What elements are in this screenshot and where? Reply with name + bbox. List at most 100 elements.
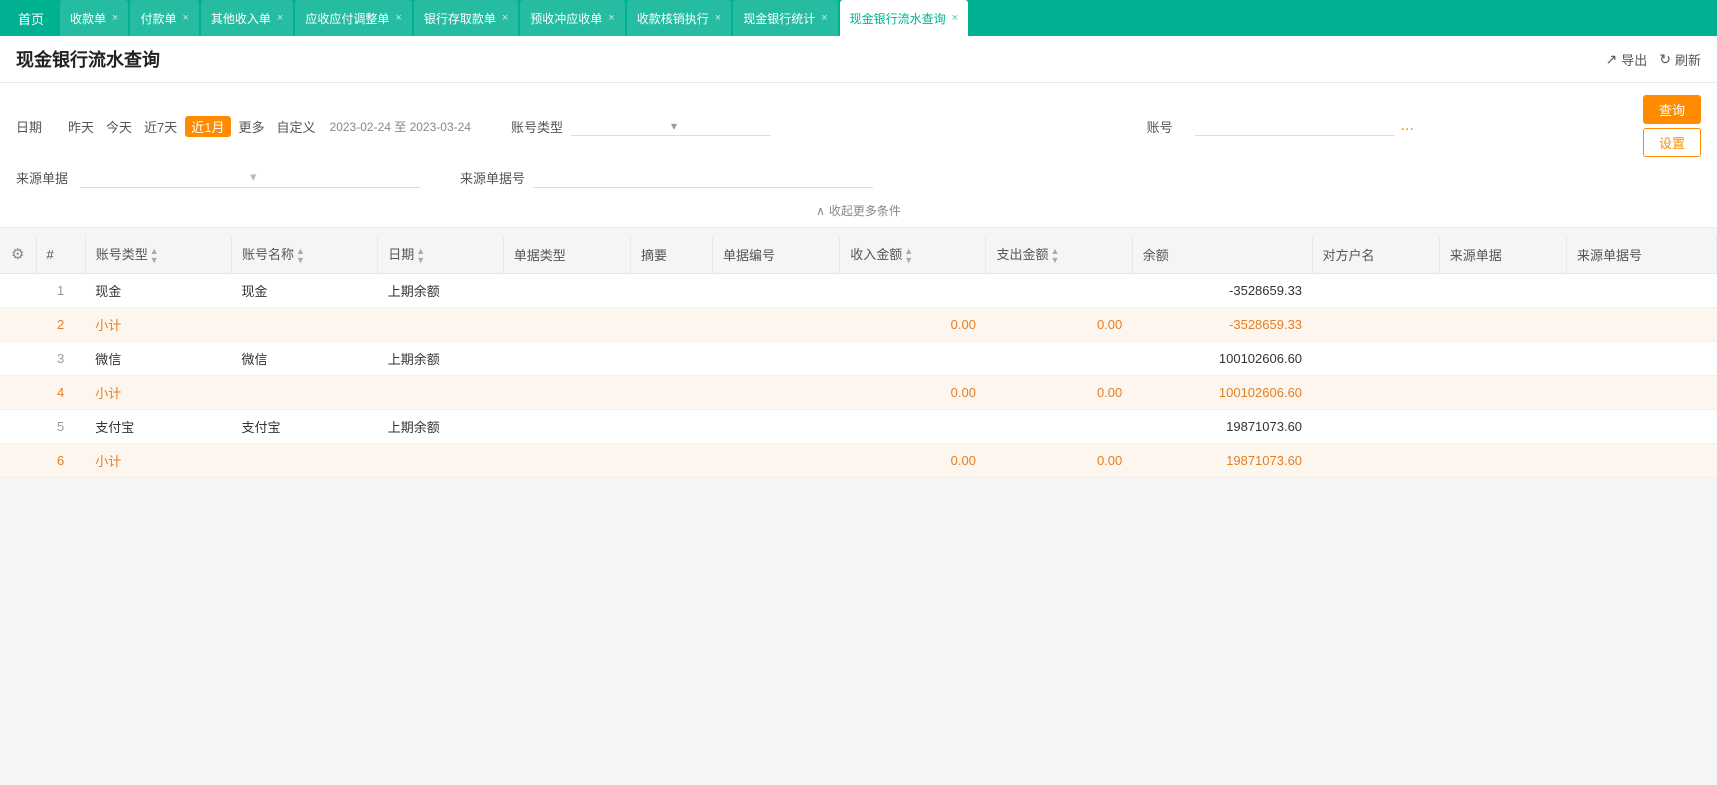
- date-opt-today[interactable]: 今天: [102, 116, 136, 137]
- cell-account-type: 小计: [85, 375, 231, 409]
- cell-settings: [0, 443, 36, 477]
- table-row: 6小计0.000.0019871073.60: [0, 443, 1717, 477]
- col-no: #: [36, 236, 85, 273]
- cell-expense: 0.00: [986, 443, 1132, 477]
- header-actions: ↗ 导出 ↻ 刷新: [1606, 50, 1702, 69]
- cell-source-doc-no: [1567, 307, 1717, 341]
- setting-button[interactable]: 设置: [1643, 128, 1701, 157]
- cell-settings: [0, 409, 36, 443]
- export-button[interactable]: ↗ 导出: [1606, 50, 1648, 69]
- source-doc-no-input[interactable]: [533, 168, 873, 188]
- col-counterpart: 对方户名: [1312, 236, 1439, 273]
- cell-account-name: 微信: [231, 341, 377, 375]
- cell-source-doc-no: [1567, 273, 1717, 307]
- filter-row-source: 来源单据 ▾ 来源单据号: [16, 167, 1701, 188]
- cell-account-type: 微信: [85, 341, 231, 375]
- action-buttons: 查询 设置: [1643, 95, 1701, 157]
- date-opt-1month[interactable]: 近1月: [185, 116, 230, 137]
- col-income[interactable]: 收入金额▲▼: [840, 236, 986, 273]
- tab-adjustment[interactable]: 应收应付调整单 ×: [295, 0, 411, 36]
- cell-doc-no: [712, 273, 839, 307]
- close-cash-bank-stat-icon[interactable]: ×: [821, 12, 827, 24]
- account-dots-button[interactable]: ...: [1401, 117, 1414, 135]
- cell-doc-type: [503, 409, 630, 443]
- cell-doc-type: [503, 273, 630, 307]
- cell-source-doc: [1439, 307, 1566, 341]
- date-range: 2023-02-24 至 2023-03-24: [330, 118, 471, 135]
- cell-account-name: [231, 443, 377, 477]
- tab-receipts[interactable]: 收款单 ×: [60, 0, 128, 36]
- cell-summary: [631, 273, 713, 307]
- export-icon: ↗: [1606, 51, 1618, 68]
- close-verify-icon[interactable]: ×: [715, 12, 721, 24]
- cell-settings: [0, 341, 36, 375]
- col-account-type[interactable]: 账号类型▲▼: [85, 236, 231, 273]
- date-opt-more[interactable]: 更多: [235, 116, 269, 137]
- col-date[interactable]: 日期▲▼: [378, 236, 504, 273]
- col-summary: 摘要: [631, 236, 713, 273]
- collapse-label: 收起更多条件: [829, 202, 901, 219]
- cell-balance: 19871073.60: [1132, 409, 1312, 443]
- cell-doc-type: [503, 341, 630, 375]
- tab-bank-deposit[interactable]: 银行存取款单 ×: [414, 0, 518, 36]
- col-balance: 余额: [1132, 236, 1312, 273]
- cell-settings: [0, 375, 36, 409]
- col-account-name[interactable]: 账号名称▲▼: [231, 236, 377, 273]
- cell-counterpart: [1312, 273, 1439, 307]
- column-settings-icon[interactable]: ⚙: [11, 246, 24, 263]
- data-table: ⚙ # 账号类型▲▼ 账号名称▲▼ 日期▲▼ 单据类型 摘要 单据编号 收入金额…: [0, 236, 1717, 478]
- cell-summary: [631, 409, 713, 443]
- cell-income: 0.00: [840, 443, 986, 477]
- close-cash-bank-flow-icon[interactable]: ×: [952, 12, 958, 24]
- cell-income: 0.00: [840, 307, 986, 341]
- tab-verify[interactable]: 收款核销执行 ×: [627, 0, 731, 36]
- date-opt-yesterday[interactable]: 昨天: [64, 116, 98, 137]
- close-other-income-icon[interactable]: ×: [277, 12, 283, 24]
- close-bank-deposit-icon[interactable]: ×: [502, 12, 508, 24]
- tab-cash-bank-stat[interactable]: 现金银行统计 ×: [733, 0, 837, 36]
- tab-cash-bank-flow[interactable]: 现金银行流水查询 ×: [840, 0, 968, 36]
- date-opt-custom[interactable]: 自定义: [273, 116, 320, 137]
- table-row: 4小计0.000.00100102606.60: [0, 375, 1717, 409]
- cell-counterpart: [1312, 375, 1439, 409]
- cell-no: 2: [36, 307, 85, 341]
- account-type-label: 账号类型: [511, 117, 563, 136]
- cell-no: 5: [36, 409, 85, 443]
- col-doc-type: 单据类型: [503, 236, 630, 273]
- col-settings[interactable]: ⚙: [0, 236, 36, 273]
- col-expense[interactable]: 支出金额▲▼: [986, 236, 1132, 273]
- cell-source-doc: [1439, 375, 1566, 409]
- tab-payments[interactable]: 付款单 ×: [130, 0, 198, 36]
- cell-balance: -3528659.33: [1132, 307, 1312, 341]
- cell-source-doc-no: [1567, 375, 1717, 409]
- tab-other-income[interactable]: 其他收入单 ×: [201, 0, 293, 36]
- query-button[interactable]: 查询: [1643, 95, 1701, 124]
- close-receipts-icon[interactable]: ×: [112, 12, 118, 24]
- home-tab[interactable]: 首页: [4, 0, 58, 36]
- cell-date: 上期余额: [378, 409, 504, 443]
- cell-income: [840, 273, 986, 307]
- source-doc-select[interactable]: ▾: [80, 167, 420, 188]
- date-opt-7days[interactable]: 近7天: [140, 116, 181, 137]
- cell-account-name: [231, 307, 377, 341]
- cell-no: 1: [36, 273, 85, 307]
- cell-doc-type: [503, 443, 630, 477]
- account-input[interactable]: [1195, 116, 1395, 136]
- close-payments-icon[interactable]: ×: [182, 12, 188, 24]
- refresh-button[interactable]: ↻ 刷新: [1659, 50, 1701, 69]
- account-group: 账号 ...: [1147, 116, 1643, 136]
- collapse-bar[interactable]: ∧ 收起更多条件: [16, 198, 1701, 227]
- cell-summary: [631, 375, 713, 409]
- cell-no: 6: [36, 443, 85, 477]
- account-type-select[interactable]: ▾: [571, 117, 771, 136]
- close-prepay-offset-icon[interactable]: ×: [608, 12, 614, 24]
- filter-section: 日期 昨天 今天 近7天 近1月 更多 自定义 2023-02-24 至 202…: [0, 83, 1717, 228]
- cell-doc-no: [712, 307, 839, 341]
- cell-doc-no: [712, 443, 839, 477]
- cell-source-doc: [1439, 273, 1566, 307]
- cell-date: 上期余额: [378, 341, 504, 375]
- cell-income: [840, 409, 986, 443]
- filter-row-date: 日期 昨天 今天 近7天 近1月 更多 自定义 2023-02-24 至 202…: [16, 95, 1701, 157]
- tab-prepay-offset[interactable]: 预收冲应收单 ×: [520, 0, 624, 36]
- close-adjustment-icon[interactable]: ×: [395, 12, 401, 24]
